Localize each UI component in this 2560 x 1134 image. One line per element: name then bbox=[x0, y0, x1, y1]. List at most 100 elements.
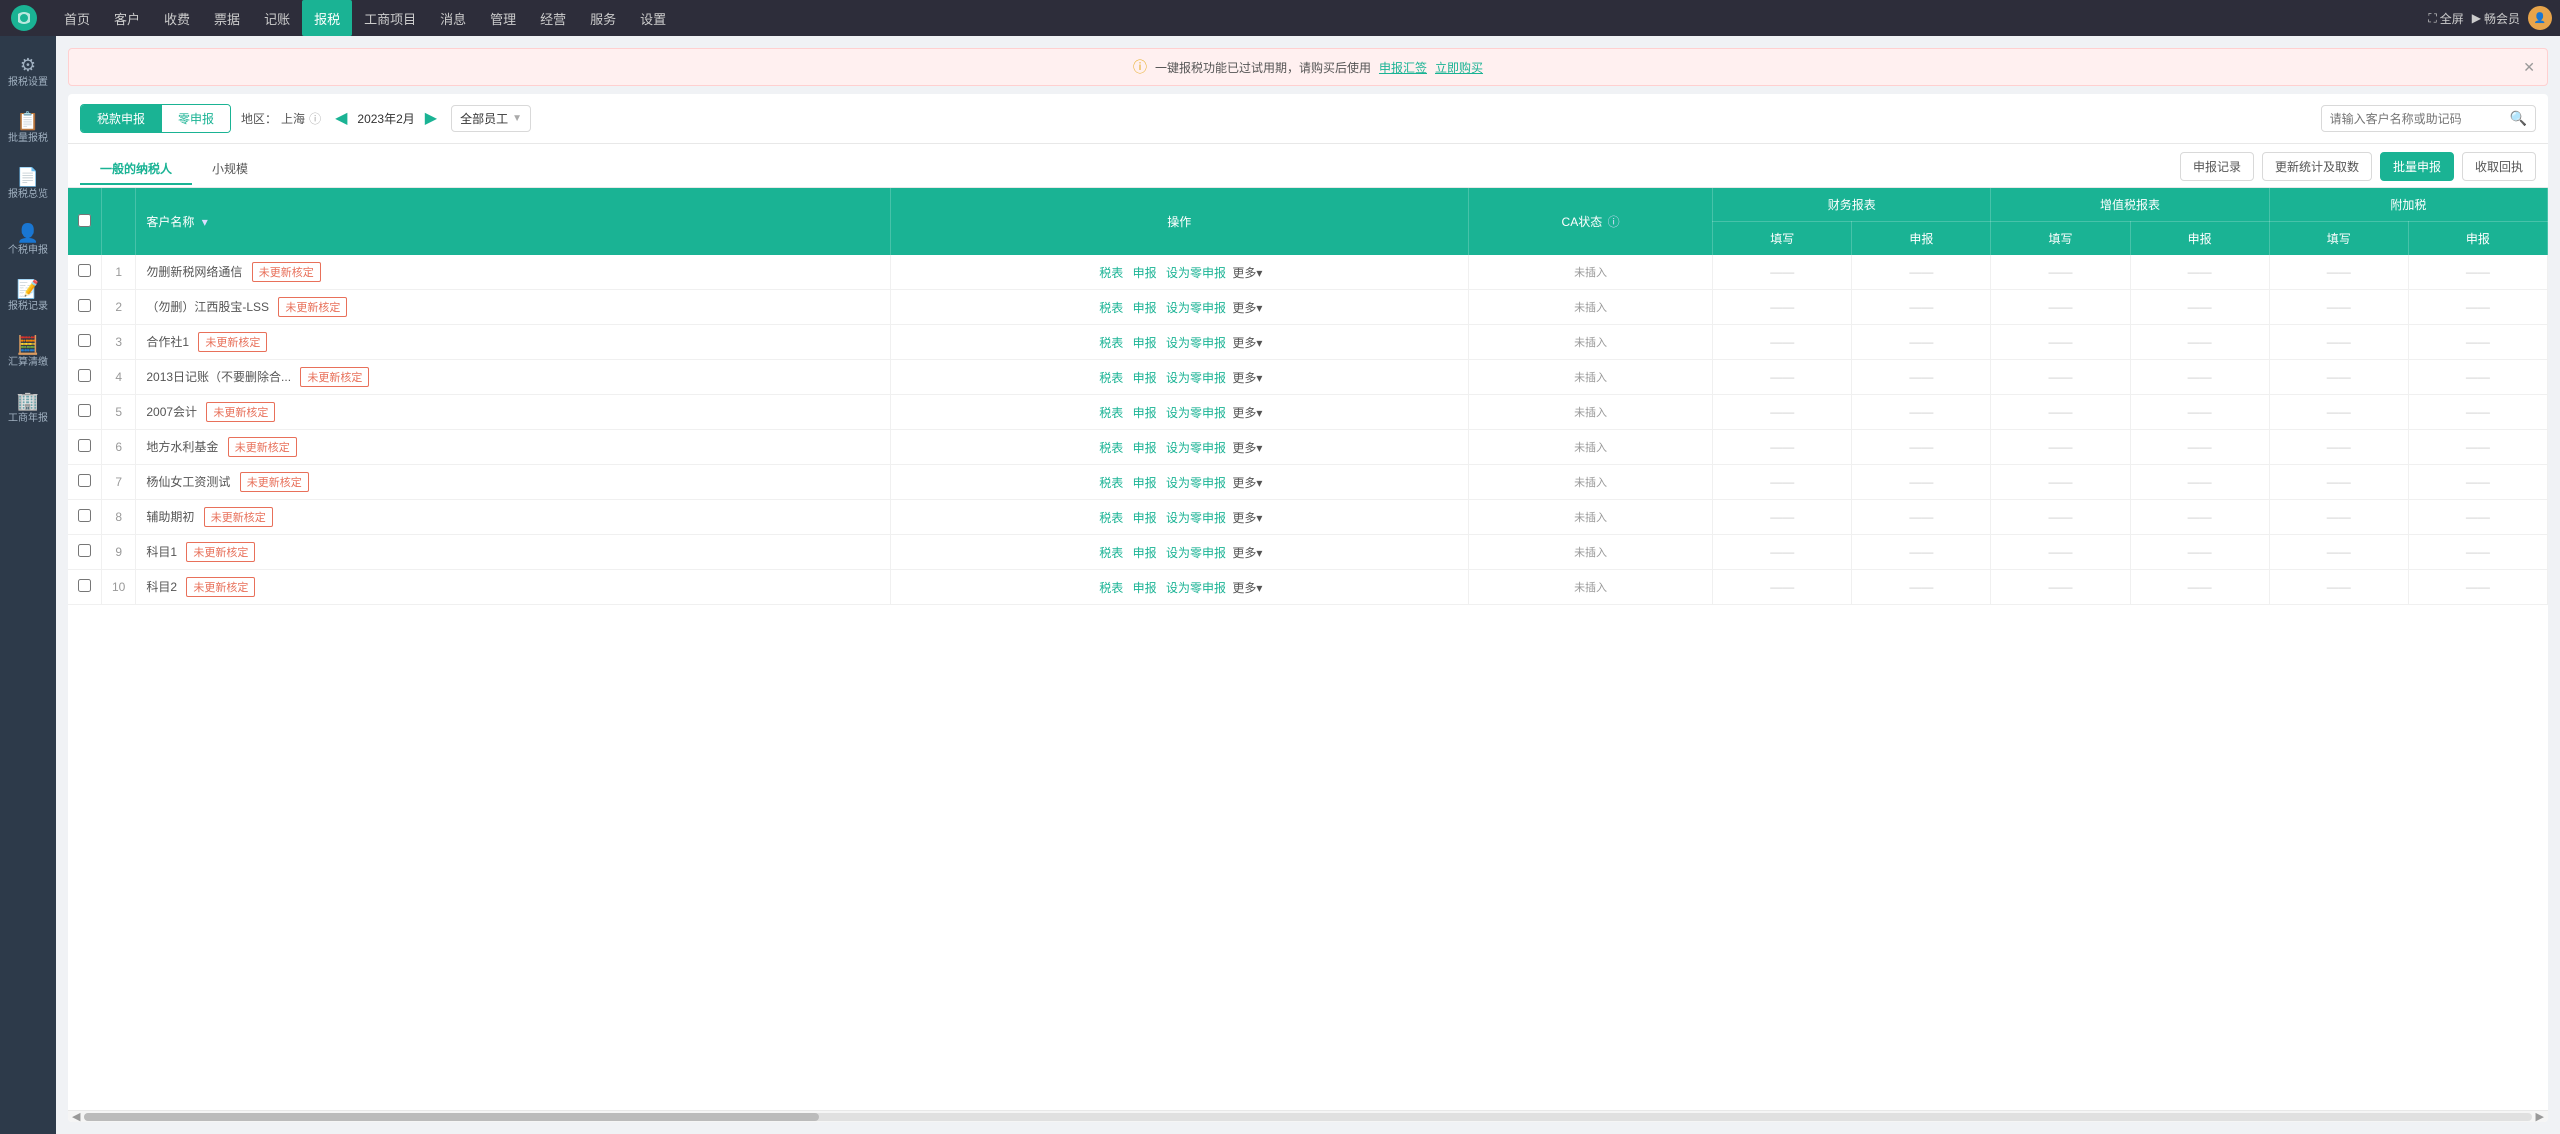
nav-business[interactable]: 工商项目 bbox=[352, 0, 428, 36]
op-more[interactable]: 更多▾ bbox=[1232, 336, 1262, 350]
op-more[interactable]: 更多▾ bbox=[1232, 581, 1262, 595]
row-checkbox[interactable] bbox=[78, 474, 91, 487]
op-declare[interactable]: 申报 bbox=[1133, 301, 1157, 315]
op-tax-table[interactable]: 税表 bbox=[1099, 336, 1123, 350]
op-zero-declare[interactable]: 设为零申报 bbox=[1166, 406, 1226, 420]
date-next-button[interactable]: ▶ bbox=[421, 111, 441, 127]
nav-operation[interactable]: 经营 bbox=[528, 0, 578, 36]
date-prev-button[interactable]: ◀ bbox=[331, 111, 351, 127]
batch-declare-button[interactable]: 批量申报 bbox=[2380, 152, 2454, 181]
nav-invoice[interactable]: 票据 bbox=[202, 0, 252, 36]
op-declare[interactable]: 申报 bbox=[1133, 406, 1157, 420]
row-checkbox[interactable] bbox=[78, 544, 91, 557]
sub-tab-group: 一般的纳税人 小规模 bbox=[80, 154, 268, 185]
op-tax-table[interactable]: 税表 bbox=[1099, 371, 1123, 385]
vip-button[interactable]: ▶ 畅会员 bbox=[2472, 10, 2520, 27]
row-checkbox[interactable] bbox=[78, 579, 91, 592]
op-zero-declare[interactable]: 设为零申报 bbox=[1166, 581, 1226, 595]
row-checkbox[interactable] bbox=[78, 264, 91, 277]
row-checkbox[interactable] bbox=[78, 509, 91, 522]
op-declare[interactable]: 申报 bbox=[1133, 511, 1157, 525]
sidebar-item-annual-calc[interactable]: 🧮 汇算清缴 bbox=[0, 324, 56, 380]
nav-tax[interactable]: 报税 bbox=[302, 0, 352, 36]
op-tax-table[interactable]: 税表 bbox=[1099, 581, 1123, 595]
op-zero-declare[interactable]: 设为零申报 bbox=[1166, 546, 1226, 560]
op-more[interactable]: 更多▾ bbox=[1232, 371, 1262, 385]
region-info-icon[interactable]: ⓘ bbox=[309, 110, 321, 127]
sidebar-item-annual-report[interactable]: 🏢 工商年报 bbox=[0, 380, 56, 436]
op-tax-table[interactable]: 税表 bbox=[1099, 546, 1123, 560]
tab-zero-declare[interactable]: 零申报 bbox=[162, 105, 230, 132]
row-checkbox[interactable] bbox=[78, 299, 91, 312]
tab-tax-declare[interactable]: 税款申报 bbox=[81, 105, 162, 132]
op-declare[interactable]: 申报 bbox=[1133, 371, 1157, 385]
row-checkbox[interactable] bbox=[78, 369, 91, 382]
notice-link-buy[interactable]: 立即购买 bbox=[1435, 59, 1483, 76]
op-more[interactable]: 更多▾ bbox=[1232, 301, 1262, 315]
op-zero-declare[interactable]: 设为零申报 bbox=[1166, 476, 1226, 490]
notice-link-submit[interactable]: 申报汇签 bbox=[1379, 59, 1427, 76]
row-checkbox[interactable] bbox=[78, 404, 91, 417]
nav-service[interactable]: 服务 bbox=[578, 0, 628, 36]
horizontal-scrollbar[interactable]: ◀ ▶ bbox=[68, 1110, 2548, 1122]
nav-billing[interactable]: 收费 bbox=[152, 0, 202, 36]
sub-tab-small[interactable]: 小规模 bbox=[192, 154, 268, 185]
row-checkbox[interactable] bbox=[78, 439, 91, 452]
op-declare[interactable]: 申报 bbox=[1133, 441, 1157, 455]
sidebar-item-tax-record[interactable]: 📝 报税记录 bbox=[0, 268, 56, 324]
op-declare[interactable]: 申报 bbox=[1133, 581, 1157, 595]
sidebar-item-label-annual-report: 工商年报 bbox=[8, 413, 48, 425]
op-more[interactable]: 更多▾ bbox=[1232, 476, 1262, 490]
notice-close-button[interactable]: ✕ bbox=[2523, 59, 2535, 76]
sidebar-item-tax-overview[interactable]: 📄 报税总览 bbox=[0, 156, 56, 212]
sidebar-item-tax-settings[interactable]: ⚙ 报税设置 bbox=[0, 44, 56, 100]
op-tax-table[interactable]: 税表 bbox=[1099, 441, 1123, 455]
op-tax-table[interactable]: 税表 bbox=[1099, 511, 1123, 525]
op-zero-declare[interactable]: 设为零申报 bbox=[1166, 266, 1226, 280]
row-checkbox[interactable] bbox=[78, 334, 91, 347]
collect-back-button[interactable]: 收取回执 bbox=[2462, 152, 2536, 181]
op-tax-table[interactable]: 税表 bbox=[1099, 476, 1123, 490]
nav-manage[interactable]: 管理 bbox=[478, 0, 528, 36]
search-button[interactable]: 🔍 bbox=[2502, 106, 2535, 131]
sidebar-item-personal-tax[interactable]: 👤 个税申报 bbox=[0, 212, 56, 268]
op-more[interactable]: 更多▾ bbox=[1232, 441, 1262, 455]
update-stats-button[interactable]: 更新统计及取数 bbox=[2262, 152, 2372, 181]
op-tax-table[interactable]: 税表 bbox=[1099, 406, 1123, 420]
nav-home[interactable]: 首页 bbox=[52, 0, 102, 36]
nav-client[interactable]: 客户 bbox=[102, 0, 152, 36]
op-zero-declare[interactable]: 设为零申报 bbox=[1166, 441, 1226, 455]
op-more[interactable]: 更多▾ bbox=[1232, 266, 1262, 280]
op-declare[interactable]: 申报 bbox=[1133, 336, 1157, 350]
row-f5: —— bbox=[2269, 465, 2408, 500]
op-zero-declare[interactable]: 设为零申报 bbox=[1166, 336, 1226, 350]
op-zero-declare[interactable]: 设为零申报 bbox=[1166, 371, 1226, 385]
op-declare[interactable]: 申报 bbox=[1133, 266, 1157, 280]
scroll-left-arrow[interactable]: ◀ bbox=[72, 1110, 80, 1122]
op-more[interactable]: 更多▾ bbox=[1232, 511, 1262, 525]
fullscreen-button[interactable]: ⛶ 全屏 bbox=[2428, 10, 2463, 27]
op-tax-table[interactable]: 税表 bbox=[1099, 301, 1123, 315]
nav-message[interactable]: 消息 bbox=[428, 0, 478, 36]
search-input[interactable] bbox=[2322, 108, 2502, 130]
staff-selector[interactable]: 全部员工 ▼ bbox=[451, 105, 531, 132]
op-tax-table[interactable]: 税表 bbox=[1099, 266, 1123, 280]
op-declare[interactable]: 申报 bbox=[1133, 476, 1157, 490]
op-declare[interactable]: 申报 bbox=[1133, 546, 1157, 560]
op-more[interactable]: 更多▾ bbox=[1232, 406, 1262, 420]
op-zero-declare[interactable]: 设为零申报 bbox=[1166, 301, 1226, 315]
op-more[interactable]: 更多▾ bbox=[1232, 546, 1262, 560]
scroll-thumb[interactable] bbox=[84, 1113, 818, 1121]
sort-icon[interactable]: ▾ bbox=[202, 215, 208, 229]
op-zero-declare[interactable]: 设为零申报 bbox=[1166, 511, 1226, 525]
scroll-right-arrow[interactable]: ▶ bbox=[2536, 1110, 2544, 1122]
sub-tab-general[interactable]: 一般的纳税人 bbox=[80, 154, 192, 185]
select-all-checkbox[interactable] bbox=[78, 214, 91, 227]
sidebar-item-batch-tax[interactable]: 📋 批量报税 bbox=[0, 100, 56, 156]
declare-record-button[interactable]: 申报记录 bbox=[2180, 152, 2254, 181]
row-f3: —— bbox=[1991, 500, 2130, 535]
avatar[interactable]: 👤 bbox=[2528, 6, 2552, 30]
fullscreen-label: 全屏 bbox=[2440, 10, 2464, 27]
nav-accounting[interactable]: 记账 bbox=[252, 0, 302, 36]
nav-settings[interactable]: 设置 bbox=[628, 0, 678, 36]
